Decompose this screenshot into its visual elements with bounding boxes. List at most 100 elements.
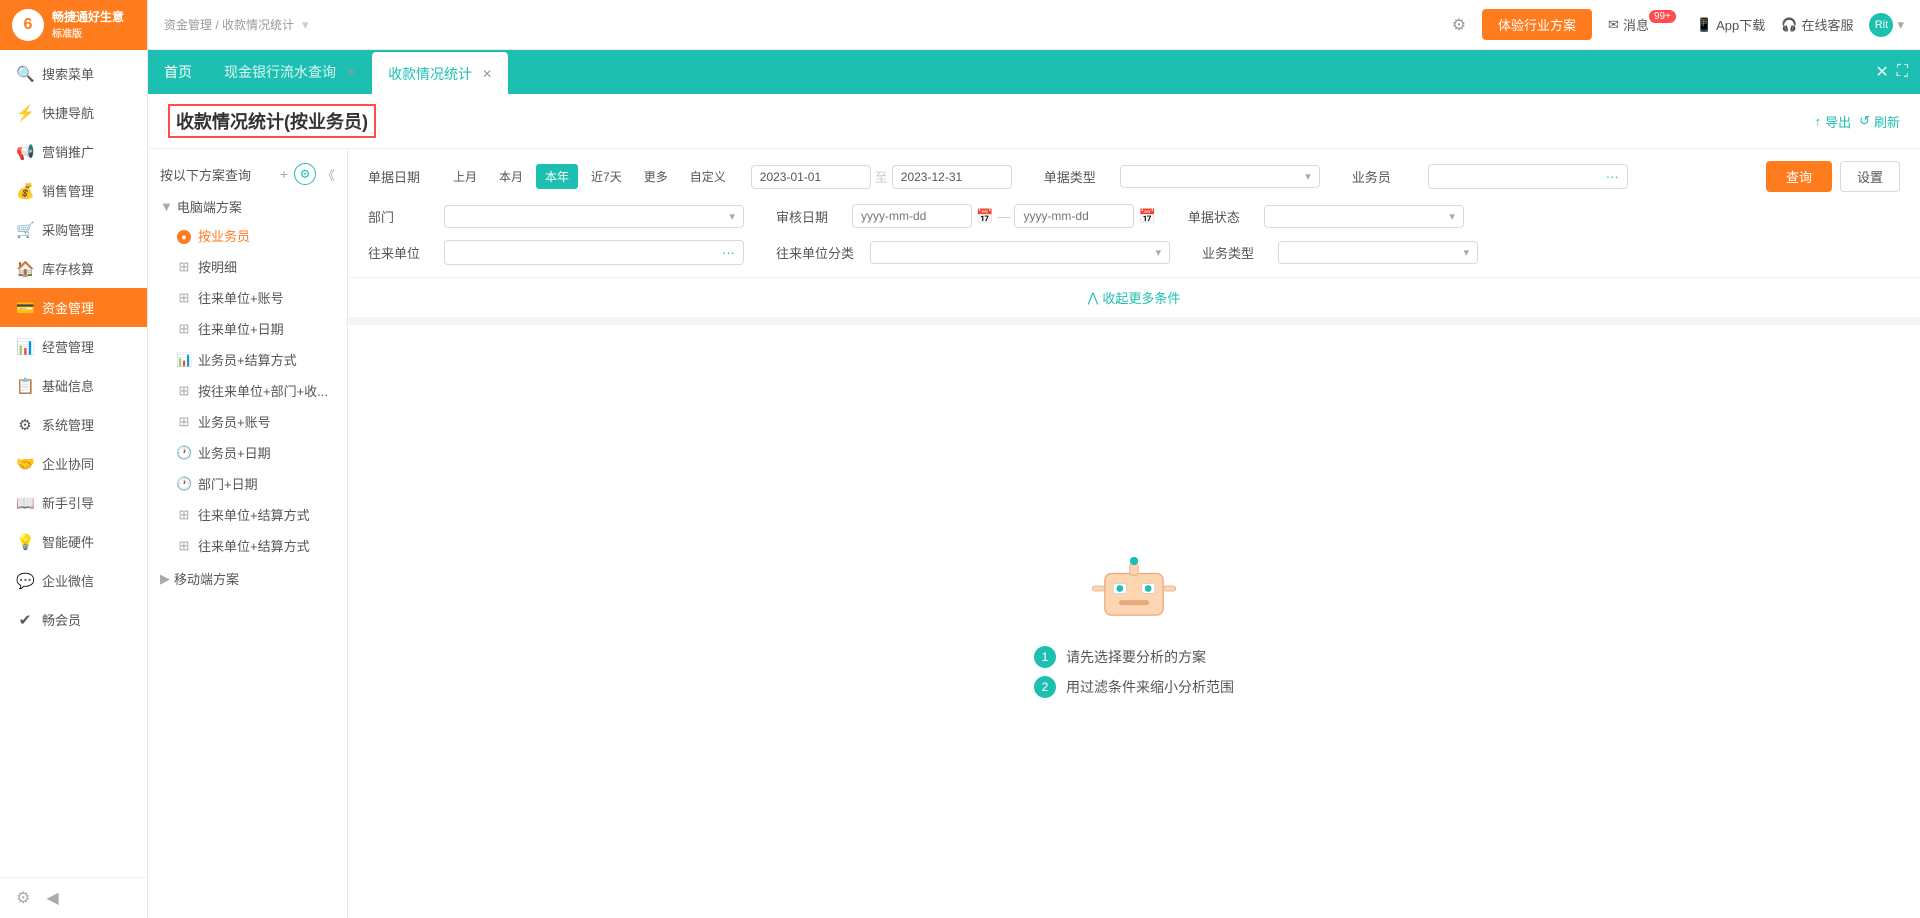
- partner-label: 往来单位: [368, 243, 428, 262]
- add-scheme-button[interactable]: +: [280, 166, 288, 182]
- collapse-panel-button[interactable]: 《: [322, 165, 335, 184]
- audit-calendar-end[interactable]: 📅: [1138, 208, 1155, 225]
- page-content: 收款情况统计(按业务员) ↑ 导出 ↺ 刷新 按以下方案查询 +: [148, 94, 1920, 918]
- sidebar-item-hardware[interactable]: 💡 智能硬件: [0, 522, 147, 561]
- scheme-group-mobile-header[interactable]: ▶ 移动端方案: [148, 565, 347, 592]
- partner-more-icon[interactable]: ···: [722, 245, 735, 260]
- partner-select[interactable]: ···: [444, 240, 744, 265]
- step-2-number: 2: [1034, 676, 1056, 698]
- shortcut-this-year[interactable]: 本年: [536, 164, 578, 189]
- scheme-item-by-salesman[interactable]: ● 按业务员: [148, 220, 347, 251]
- tab-receipt-stats[interactable]: 收款情况统计 ✕: [372, 52, 508, 96]
- partner-category-select[interactable]: ▾: [870, 241, 1170, 264]
- tab-receipt-stats-close[interactable]: ✕: [482, 67, 492, 81]
- shortcut-this-month[interactable]: 本月: [490, 164, 532, 189]
- sidebar-item-sales[interactable]: 💰 销售管理: [0, 171, 147, 210]
- sidebar-item-purchase[interactable]: 🛒 采购管理: [0, 210, 147, 249]
- dept-select[interactable]: ▾: [444, 205, 744, 228]
- sidebar-settings-icon[interactable]: ⚙: [16, 888, 30, 908]
- audit-date-start-input[interactable]: [852, 204, 972, 228]
- doc-type-select[interactable]: ▾: [1120, 165, 1320, 188]
- messages-button[interactable]: ✉ 消息 99+: [1608, 15, 1680, 34]
- sidebar-item-marketing[interactable]: 📢 营销推广: [0, 132, 147, 171]
- member-icon: ✔: [16, 611, 34, 629]
- app-download-label: App下载: [1716, 15, 1765, 34]
- sidebar-collapse-icon[interactable]: ◀: [46, 888, 58, 908]
- tab-home[interactable]: 首页: [148, 50, 208, 94]
- left-panel: 按以下方案查询 + ⚙ 《 ▼ 电脑端方案 ● 按业务员 ⊞: [148, 149, 348, 918]
- sidebar-item-finance[interactable]: 💳 资金管理: [0, 288, 147, 327]
- breadcrumb-arrow: ▾: [302, 17, 309, 33]
- purchase-icon: 🛒: [16, 221, 34, 239]
- tab-close-icon[interactable]: ✕: [1875, 62, 1888, 82]
- chevron-down-icon: ▼: [160, 199, 173, 214]
- date-end-input[interactable]: [892, 165, 1012, 189]
- online-service-label: 在线客服: [1801, 15, 1853, 34]
- sidebar-item-member[interactable]: ✔ 畅会员: [0, 600, 147, 639]
- tab-bank-flow[interactable]: 现金银行流水查询 ✕: [208, 50, 372, 94]
- scheme-item-salesman-calc[interactable]: 📊 业务员+结算方式: [148, 344, 347, 375]
- scheme-item-partner-dept-receipt[interactable]: ⊞ 按往来单位+部门+收...: [148, 375, 347, 406]
- message-icon: ✉: [1608, 17, 1619, 33]
- shortcut-last-7[interactable]: 近7天: [582, 164, 631, 189]
- sidebar-item-inventory[interactable]: 🏠 库存核算: [0, 249, 147, 288]
- sidebar-item-guide[interactable]: 📖 新手引导: [0, 483, 147, 522]
- salesman-label: 业务员: [1352, 167, 1412, 186]
- sidebar-item-basic[interactable]: 📋 基础信息: [0, 366, 147, 405]
- scheme-item-partner-calc2[interactable]: ⊞ 往来单位+结算方式: [148, 530, 347, 561]
- salesman-select[interactable]: ···: [1428, 164, 1628, 189]
- scheme-item-salesman-date[interactable]: 🕐 业务员+日期: [148, 437, 347, 468]
- doc-status-label: 单据状态: [1188, 207, 1248, 226]
- member-label: 畅会员: [42, 610, 81, 629]
- partner-account-icon: ⊞: [176, 289, 192, 306]
- settings-button[interactable]: 设置: [1840, 161, 1900, 192]
- sidebar-item-system[interactable]: ⚙ 系统管理: [0, 405, 147, 444]
- partner-category-chevron: ▾: [1155, 246, 1161, 259]
- refresh-button[interactable]: ↺ 刷新: [1859, 112, 1900, 131]
- chevron-down-icon: ▾: [1305, 170, 1311, 183]
- trial-button[interactable]: 体验行业方案: [1482, 9, 1592, 40]
- tab-bank-flow-close[interactable]: ✕: [346, 65, 356, 79]
- shortcut-more[interactable]: 更多: [635, 164, 677, 189]
- content-area: 按以下方案查询 + ⚙ 《 ▼ 电脑端方案 ● 按业务员 ⊞: [148, 149, 1920, 918]
- doc-status-chevron: ▾: [1449, 210, 1455, 223]
- biz-type-select[interactable]: ▾: [1278, 241, 1478, 264]
- scheme-item-dept-date[interactable]: 🕐 部门+日期: [148, 468, 347, 499]
- gear-icon[interactable]: ⚙: [1452, 15, 1466, 35]
- export-button[interactable]: ↑ 导出: [1815, 112, 1852, 131]
- sidebar-item-enterprise[interactable]: 🤝 企业协同: [0, 444, 147, 483]
- shortcut-last-month[interactable]: 上月: [444, 164, 486, 189]
- filter-row-1: 单据日期 上月 本月 本年 近7天 更多 自定义 至: [368, 161, 1900, 192]
- tab-expand-icon[interactable]: ⛶: [1897, 63, 1908, 81]
- sidebar-item-wechat[interactable]: 💬 企业微信: [0, 561, 147, 600]
- online-service-button[interactable]: 🎧 在线客服: [1781, 15, 1853, 34]
- scheme-group-desktop-header[interactable]: ▼ 电脑端方案: [148, 193, 347, 220]
- scheme-item-salesman-account[interactable]: ⊞ 业务员+账号: [148, 406, 347, 437]
- sidebar-nav: 🔍 搜索菜单 ⚡ 快捷导航 📢 营销推广 💰 销售管理 🛒 采购管理 🏠 库存核…: [0, 50, 147, 877]
- doc-status-select[interactable]: ▾: [1264, 205, 1464, 228]
- audit-date-label: 审核日期: [776, 207, 836, 226]
- audit-calendar-start[interactable]: 📅: [976, 208, 993, 225]
- sales-label: 销售管理: [42, 181, 94, 200]
- shortcut-custom[interactable]: 自定义: [681, 164, 735, 189]
- app-download-button[interactable]: 📱 App下载: [1696, 15, 1765, 34]
- scheme-item-partner-calc1[interactable]: ⊞ 往来单位+结算方式: [148, 499, 347, 530]
- scheme-item-partner-date[interactable]: ⊞ 往来单位+日期: [148, 313, 347, 344]
- user-area[interactable]: Rit ▾: [1869, 13, 1904, 37]
- partner-dept-receipt-icon: ⊞: [176, 382, 192, 399]
- salesman-calc-icon: 📊: [176, 351, 192, 368]
- scheme-item-by-detail[interactable]: ⊞ 按明细: [148, 251, 347, 282]
- collapse-icon: ⋀: [1088, 290, 1099, 306]
- biz-type-chevron: ▾: [1463, 246, 1469, 259]
- collapse-button[interactable]: ⋀ 收起更多条件: [348, 278, 1920, 317]
- search-icon: 🔍: [16, 65, 34, 83]
- query-button[interactable]: 查询: [1766, 161, 1832, 192]
- salesman-more-icon[interactable]: ···: [1606, 169, 1619, 184]
- sidebar-item-quick-nav[interactable]: ⚡ 快捷导航: [0, 93, 147, 132]
- settings-scheme-button[interactable]: ⚙: [294, 163, 316, 185]
- sidebar-item-operation[interactable]: 📊 经营管理: [0, 327, 147, 366]
- sidebar-item-search[interactable]: 🔍 搜索菜单: [0, 54, 147, 93]
- scheme-item-partner-account[interactable]: ⊞ 往来单位+账号: [148, 282, 347, 313]
- date-start-input[interactable]: [751, 165, 871, 189]
- audit-date-end-input[interactable]: [1014, 204, 1134, 228]
